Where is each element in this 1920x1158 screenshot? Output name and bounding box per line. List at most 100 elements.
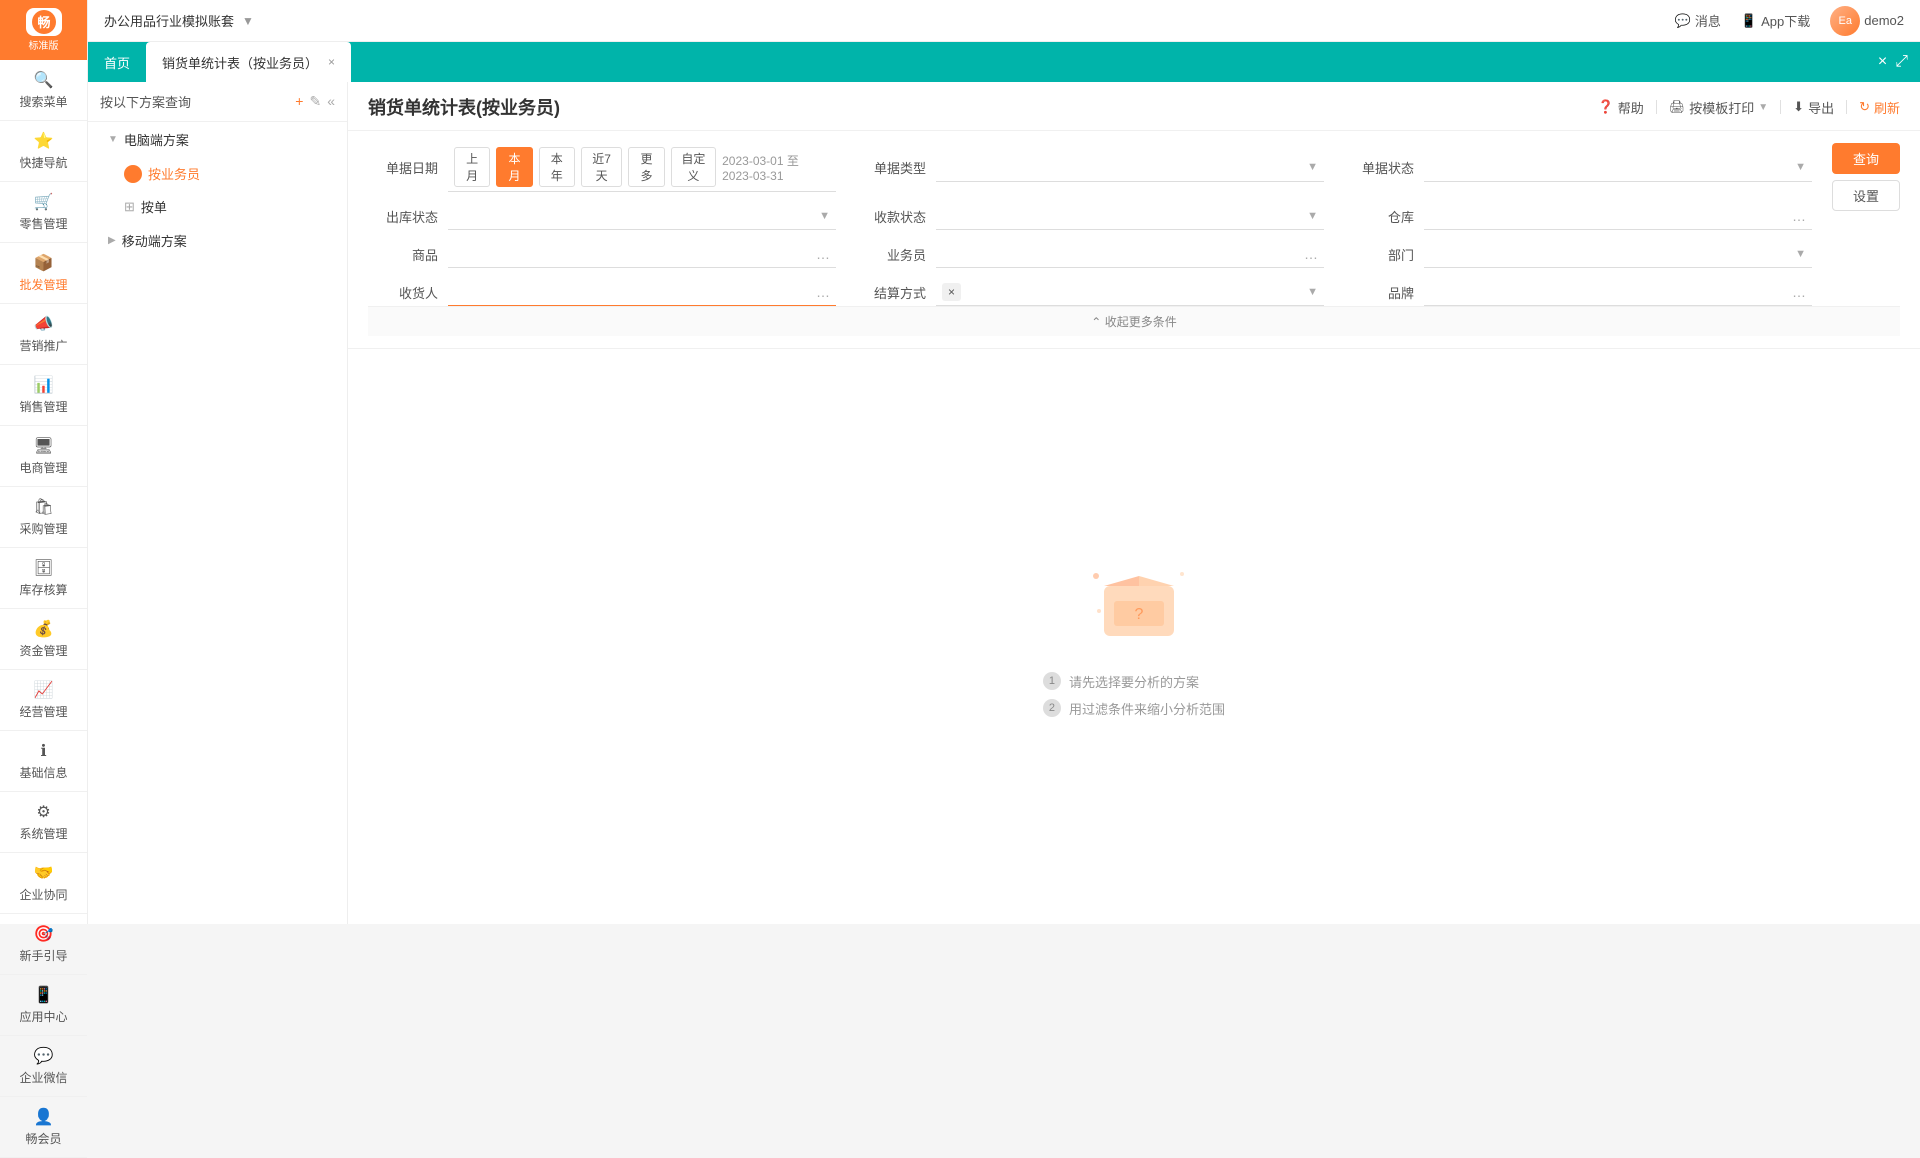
collapse-bar[interactable]: ⌃ 收起更多条件 <box>368 306 1900 336</box>
hint-text-1: 请先选择要分析的方案 <box>1069 672 1199 691</box>
page-actions: ❓ 帮助 🖨 按模板打印 ▼ ⬇ 导出 <box>1598 98 1900 117</box>
sidebar-item-newbie[interactable]: 🎯 新手引导 <box>0 914 87 975</box>
sidebar-item-sales[interactable]: 📊 销售管理 <box>0 365 87 426</box>
sidebar-item-retail[interactable]: 🛒 零售管理 <box>0 182 87 243</box>
date-custom-btn[interactable]: 自定义 <box>671 147 716 187</box>
sidebar-item-quicknav[interactable]: ⭐ 快捷导航 <box>0 121 87 182</box>
empty-hint-1: 1 请先选择要分析的方案 <box>1043 672 1225 691</box>
goods-dots-icon: … <box>816 246 830 262</box>
window-maximize-button[interactable]: ⤢ <box>1895 53 1908 71</box>
print-button[interactable]: 🖨 按模板打印 ▼ <box>1669 98 1768 117</box>
logo-label: 标准版 <box>29 40 59 53</box>
app-download-button[interactable]: 📱 App下载 <box>1741 11 1810 30</box>
docstatus-arrow-icon: ▼ <box>1795 161 1806 173</box>
date-7days-btn[interactable]: 近7天 <box>581 147 622 187</box>
messages-label: 消息 <box>1695 11 1721 30</box>
docstatus-filter-field[interactable]: ▼ <box>1424 154 1812 182</box>
baseinfo-icon: ℹ <box>40 741 46 761</box>
tree-item-mobile[interactable]: ▶ 移动端方案 <box>88 223 347 258</box>
right-content: 销货单统计表(按业务员) ❓ 帮助 🖨 按模板打印 ▼ ⬇ <box>348 82 1920 924</box>
inventory-icon: 🗄 <box>33 558 53 578</box>
sidebar-item-ecommerce[interactable]: 🖥 电商管理 <box>0 426 87 487</box>
sidebar-item-wechat[interactable]: 💬 企业微信 <box>0 1036 87 1097</box>
export-label: 导出 <box>1808 98 1834 117</box>
sidebar-item-baseinfo[interactable]: ℹ 基础信息 <box>0 731 87 792</box>
dept-filter-field[interactable]: ▼ <box>1424 240 1812 268</box>
delivery-label: 出库状态 <box>368 207 448 226</box>
sidebar-item-system[interactable]: ⚙ 系统管理 <box>0 792 87 853</box>
divider-2 <box>1780 100 1781 114</box>
tree-child-byorder[interactable]: ⊞ 按单 <box>88 190 347 223</box>
collapse-panel-icon[interactable]: « <box>327 93 335 110</box>
tree-arrow-desktop: ▼ <box>108 134 118 145</box>
messages-button[interactable]: 💬 消息 <box>1675 11 1721 30</box>
setting-button[interactable]: 设置 <box>1832 180 1900 211</box>
edit-scheme-icon[interactable]: ✎ <box>309 93 321 110</box>
sidebar-item-inventory[interactable]: 🗄 库存核算 <box>0 548 87 609</box>
brand-label: 品牌 <box>1344 283 1424 302</box>
doctype-filter-field[interactable]: ▼ <box>936 154 1324 182</box>
tree-item-desktop[interactable]: ▼ 电脑端方案 <box>88 122 347 157</box>
settle-tag-close[interactable]: × <box>948 285 955 299</box>
payment-arrow-icon: ▼ <box>1307 210 1318 222</box>
date-current-month-btn[interactable]: 本月 <box>496 147 532 187</box>
help-button[interactable]: ❓ 帮助 <box>1598 98 1644 117</box>
add-scheme-icon[interactable]: + <box>295 93 303 110</box>
export-icon: ⬇ <box>1793 99 1804 115</box>
brand-filter-field[interactable]: … <box>1424 278 1812 306</box>
tab-home-label: 首页 <box>104 53 130 72</box>
user-profile[interactable]: Ea demo2 <box>1830 6 1904 36</box>
tab-active[interactable]: 销货单统计表（按业务员） × <box>146 42 351 82</box>
sidebar-item-appcenter-label: 应用中心 <box>19 1008 67 1025</box>
page-title: 销货单统计表(按业务员) <box>368 94 560 120</box>
payment-filter-field[interactable]: ▼ <box>936 202 1324 230</box>
sidebar-item-marketing[interactable]: 📣 营销推广 <box>0 304 87 365</box>
receiver-filter-field[interactable]: … <box>448 278 836 306</box>
tab-active-label: 销货单统计表（按业务员） <box>162 53 318 72</box>
goods-filter-field[interactable]: … <box>448 240 836 268</box>
chevron-up-icon: ⌃ <box>1091 315 1101 329</box>
date-prev-month-btn[interactable]: 上月 <box>454 147 490 187</box>
app-title: 办公用品行业模拟账套 <box>104 11 234 30</box>
user-name: demo2 <box>1864 13 1904 28</box>
date-current-year-btn[interactable]: 本年 <box>539 147 575 187</box>
export-button[interactable]: ⬇ 导出 <box>1793 98 1834 117</box>
warehouse-filter-field[interactable]: … <box>1424 202 1812 230</box>
sidebar-item-system-label: 系统管理 <box>19 825 67 842</box>
date-filter-field[interactable]: 上月 本月 本年 近7天 更多 自定义 2023-03-01 至 2023-03… <box>448 143 836 192</box>
refresh-button[interactable]: ↻ 刷新 <box>1859 98 1900 117</box>
sidebar-item-search[interactable]: 🔍 搜索菜单 <box>0 60 87 121</box>
settle-filter-field[interactable]: × ▼ <box>936 278 1324 306</box>
help-icon: ❓ <box>1598 99 1614 115</box>
hint-text-2: 用过滤条件来缩小分析范围 <box>1069 699 1225 718</box>
tab-home[interactable]: 首页 <box>88 42 146 82</box>
sidebar-item-wholesale[interactable]: 📦 批发管理 <box>0 243 87 304</box>
app-dropdown-icon[interactable]: ▼ <box>242 14 254 28</box>
tree-arrow-mobile: ▶ <box>108 235 116 246</box>
salesman-filter-field[interactable]: … <box>936 240 1324 268</box>
sidebar-item-operations[interactable]: 📈 经营管理 <box>0 670 87 731</box>
logo-area: 畅 标准版 <box>0 0 87 60</box>
sidebar-item-vip[interactable]: 👤 畅会员 <box>0 1097 87 1158</box>
receiver-dots-icon: … <box>816 284 830 300</box>
sidebar-item-appcenter[interactable]: 📱 应用中心 <box>0 975 87 1036</box>
settle-label: 结算方式 <box>856 283 936 302</box>
content-area: 按以下方案查询 + ✎ « ▼ 电脑端方案 按业务员 ⊞ 按单 <box>88 82 1920 924</box>
sidebar-item-sales-label: 销售管理 <box>19 398 67 415</box>
tree-child-bysalesman[interactable]: 按业务员 <box>88 157 347 190</box>
sidebar-item-baseinfo-label: 基础信息 <box>19 764 67 781</box>
tab-close-icon[interactable]: × <box>328 55 335 69</box>
sidebar-item-vip-label: 畅会员 <box>25 1130 61 1147</box>
print-label: 按模板打印 <box>1689 98 1754 117</box>
empty-text: 1 请先选择要分析的方案 2 用过滤条件来缩小分析范围 <box>1043 672 1225 718</box>
query-button[interactable]: 查询 <box>1832 143 1900 174</box>
vip-icon: 👤 <box>34 1107 54 1127</box>
sidebar-item-finance[interactable]: 💰 资金管理 <box>0 609 87 670</box>
tab-actions: × ⤢ <box>1866 53 1920 71</box>
date-more-btn[interactable]: 更多 <box>628 147 664 187</box>
sidebar-item-enterprise[interactable]: 🤝 企业协同 <box>0 853 87 914</box>
delivery-filter-field[interactable]: ▼ <box>448 202 836 230</box>
date-label: 单据日期 <box>368 158 448 177</box>
window-close-button[interactable]: × <box>1878 53 1887 71</box>
sidebar-item-purchase[interactable]: 🛍 采购管理 <box>0 487 87 548</box>
